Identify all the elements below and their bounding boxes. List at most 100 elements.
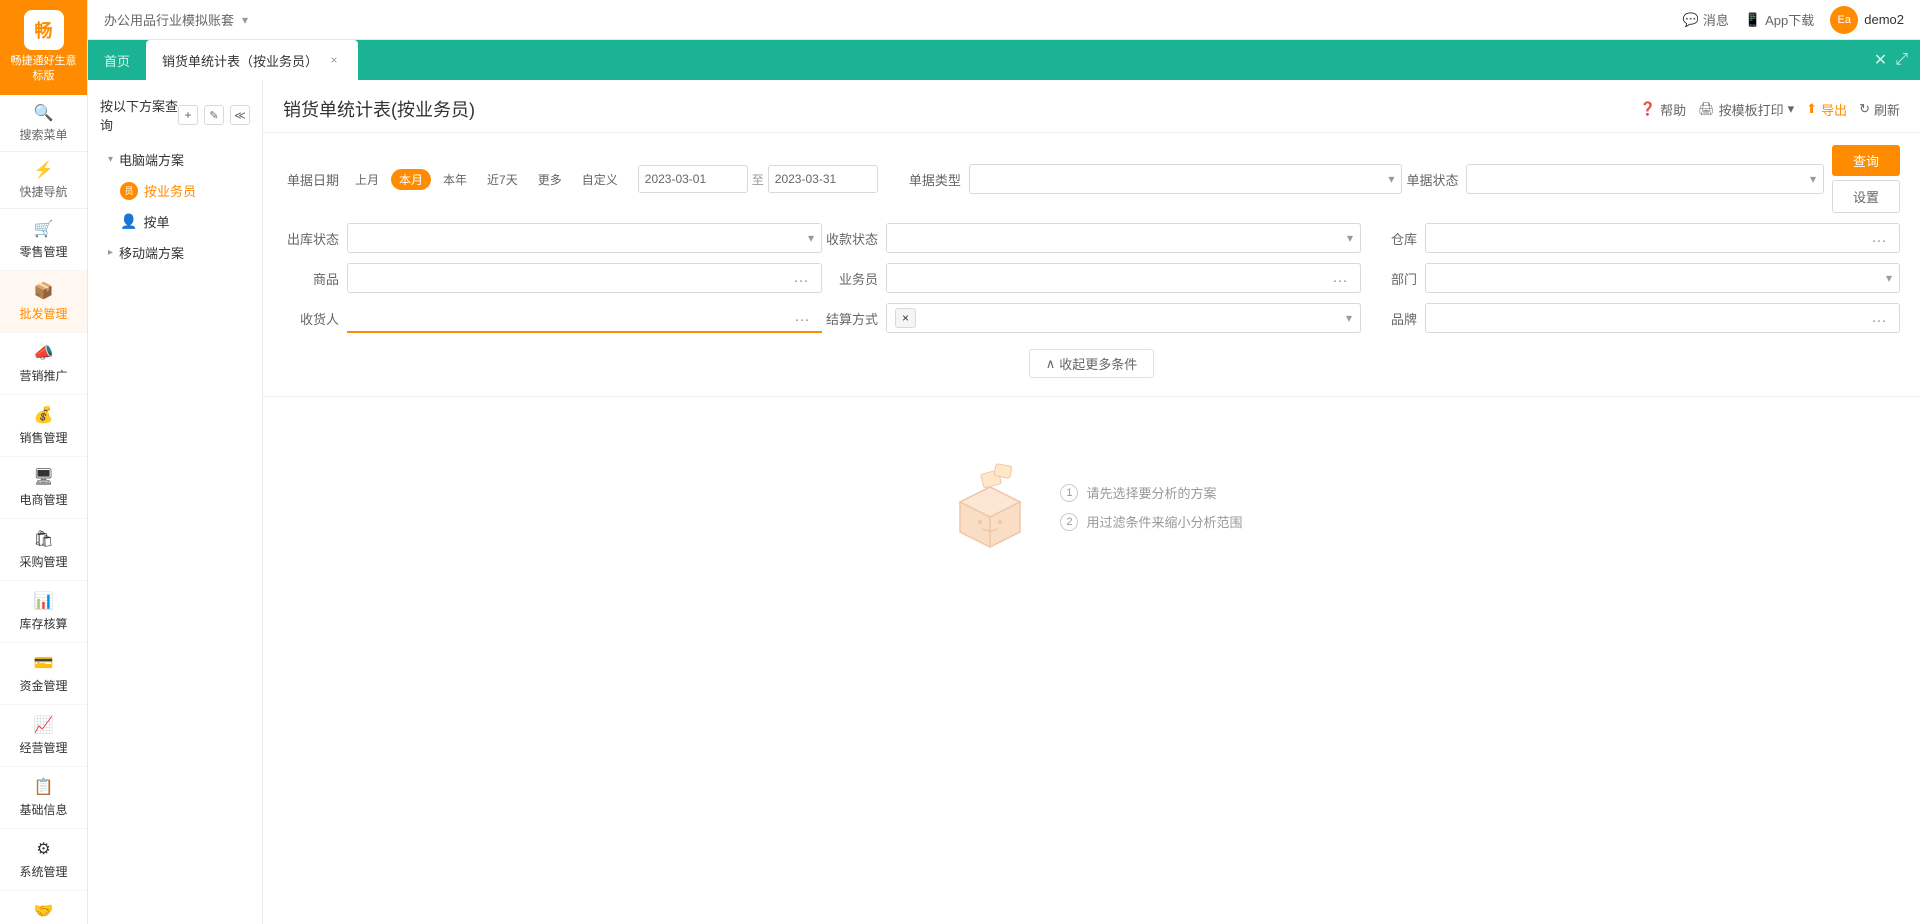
pay-status-select[interactable] [886,223,1361,253]
date-tabs: 上月 本月 本年 近7天 更多 自定义 [347,169,626,190]
tabbar-right: ✕ ⤢ [1874,50,1920,70]
date-tab-last-month[interactable]: 上月 [347,169,387,190]
tabbar: 首页 销货单统计表（按业务员） × ✕ ⤢ [88,40,1920,80]
salesman-dots-btn[interactable]: … [1328,269,1352,287]
sidebar-item-business[interactable]: 📈 经营管理 [0,705,87,767]
brand-input-wrapper[interactable]: … [1425,303,1900,333]
export-icon: ⬆ [1806,101,1817,117]
tab-home[interactable]: 首页 [88,40,146,80]
tip-2-text: 用过滤条件来缩小分析范围 [1086,512,1242,531]
tree-order-label: 按单 [143,212,169,231]
settlement-arrow: ▾ [1346,311,1352,325]
query-btn[interactable]: 查询 [1832,145,1900,176]
sidebar-item-system[interactable]: ⚙ 系统管理 [0,829,87,891]
brand-dots-btn[interactable]: … [1867,309,1891,327]
sidebar-item-finance[interactable]: 💳 资金管理 [0,643,87,705]
doc-status-select[interactable] [1466,164,1824,194]
settlement-tag-close[interactable]: × [902,311,909,325]
sidebar-item-inventory[interactable]: 📊 库存核算 [0,581,87,643]
filter-warehouse: 仓库 … [1361,223,1900,253]
tab-close-btn[interactable]: × [326,52,342,68]
date-from-input[interactable] [638,165,748,193]
tree-item-mobile[interactable]: ▸ 移动端方案 [88,237,262,268]
goods-dots-btn[interactable]: … [789,269,813,287]
warehouse-input-wrapper[interactable]: … [1425,223,1900,253]
sidebar-item-wholesale-label: 批发管理 [19,305,67,322]
quick-nav-btn[interactable]: ⚡ 快捷导航 [0,152,87,209]
date-to-input[interactable] [768,165,878,193]
refresh-btn[interactable]: ↻ 刷新 [1859,100,1900,119]
print-icon: 🖨 [1698,101,1715,117]
app-download-btn[interactable]: 📱 App下载 [1745,10,1814,29]
empty-content: 1 请先选择要分析的方案 2 用过滤条件来缩小分析范围 [940,457,1242,557]
content-area: 按以下方案查询 + ✎ ≪ ▾ 电脑端方案 员 按业务员 [88,80,1920,924]
warehouse-dots-btn[interactable]: … [1867,229,1891,247]
collapse-more-btn[interactable]: ∧ 收起更多条件 [1029,349,1155,378]
salesman-input-wrapper[interactable]: … [886,263,1361,293]
tree-item-by-salesman[interactable]: 员 按业务员 [88,175,262,206]
settlement-input-wrapper[interactable]: × ▾ [886,303,1361,333]
print-btn[interactable]: 🖨 按模板打印 ▾ [1698,100,1794,119]
export-label: 导出 [1821,100,1847,119]
sidebar: 畅 畅捷通好生意标版 🔍 搜索菜单 ⚡ 快捷导航 🛒 零售管理 📦 批发管理 📣… [0,0,88,924]
tab-sales-stat[interactable]: 销货单统计表（按业务员） × [146,40,358,80]
sidebar-item-marketing[interactable]: 📣 营销推广 [0,333,87,395]
settlement-label: 结算方式 [822,309,878,328]
goods-input-wrapper[interactable]: … [347,263,822,293]
sidebar-item-purchase[interactable]: 🛍 采购管理 [0,519,87,581]
collapse-icon: ≪ [234,109,246,122]
edit-scheme-btn[interactable]: ✎ [204,105,224,125]
filter-row-1: 单据日期 上月 本月 本年 近7天 更多 自定义 [283,145,1900,213]
consignee-input-wrapper[interactable]: … [347,303,822,333]
doc-type-select[interactable] [969,164,1403,194]
tree-item-by-order[interactable]: 👤 按单 [88,206,262,237]
add-scheme-btn[interactable]: + [178,105,198,125]
out-status-select[interactable] [347,223,822,253]
filter-salesman: 业务员 … [822,263,1361,293]
tab-close-window-btn[interactable]: ✕ [1874,50,1887,70]
sales-icon: 💰 [34,405,54,425]
setting-btn[interactable]: 设置 [1832,180,1900,213]
edit-icon: ✎ [209,109,218,122]
warehouse-label: 仓库 [1361,229,1417,248]
date-tab-custom[interactable]: 自定义 [574,169,626,190]
date-tab-this-month[interactable]: 本月 [391,169,431,190]
salesman-label: 业务员 [822,269,878,288]
search-menu-label: 搜索菜单 [19,126,67,143]
page-actions: ❓ 帮助 🖨 按模板打印 ▾ ⬆ 导出 ↻ [1640,100,1900,119]
help-btn[interactable]: ❓ 帮助 [1640,100,1686,119]
sidebar-item-sales[interactable]: 💰 销售管理 [0,395,87,457]
date-tab-more[interactable]: 更多 [530,169,570,190]
tree-salesman-label: 按业务员 [144,181,196,200]
left-panel-header: 按以下方案查询 + ✎ ≪ [88,90,262,140]
sidebar-item-ecommerce[interactable]: 🖥 电商管理 [0,457,87,519]
dept-select[interactable] [1425,263,1900,293]
filter-brand: 品牌 … [1361,303,1900,333]
tab-expand-btn[interactable]: ⤢ [1895,51,1908,69]
filter-doc-type: 单据类型 [905,164,1403,194]
sidebar-item-base[interactable]: 📋 基础信息 [0,767,87,829]
tree-item-pc[interactable]: ▾ 电脑端方案 [88,144,262,175]
sidebar-item-enterprise[interactable]: 🤝 企业协同 [0,891,87,924]
export-btn[interactable]: ⬆ 导出 [1806,100,1847,119]
date-tab-7days[interactable]: 近7天 [479,169,526,190]
consignee-dots-btn[interactable]: … [790,308,814,326]
doc-status-label: 单据状态 [1402,170,1458,189]
logo-text: 畅捷通好生意标版 [11,54,77,85]
collapse-panel-btn[interactable]: ≪ [230,105,250,125]
message-label: 消息 [1703,10,1729,29]
topbar-arrow-icon[interactable]: ▾ [242,13,248,27]
date-tab-this-year[interactable]: 本年 [435,169,475,190]
sidebar-item-wholesale[interactable]: 📦 批发管理 [0,271,87,333]
tip-2: 2 用过滤条件来缩小分析范围 [1060,512,1242,531]
user-area[interactable]: Ea demo2 [1830,6,1904,34]
message-btn[interactable]: 💬 消息 [1683,10,1729,29]
logo-area[interactable]: 畅 畅捷通好生意标版 [0,0,87,95]
date-range: 上月 本月 本年 近7天 更多 自定义 至 [347,165,905,193]
sidebar-item-retail-label: 零售管理 [19,243,67,260]
print-label: 按模板打印 [1719,100,1784,119]
left-panel-title: 按以下方案查询 [100,96,178,134]
empty-icon [940,457,1040,557]
sidebar-item-retail[interactable]: 🛒 零售管理 [0,209,87,271]
search-menu-btn[interactable]: 🔍 搜索菜单 [0,95,87,152]
